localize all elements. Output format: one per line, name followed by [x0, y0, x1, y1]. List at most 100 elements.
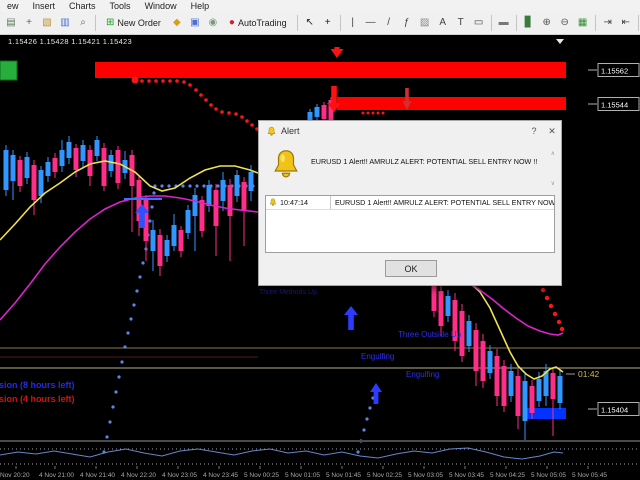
template-icon[interactable]: ▬ [496, 15, 512, 31]
toolbar-separator [594, 14, 596, 31]
candle-body [431, 286, 437, 311]
pattern-annotation: Engulfing [406, 370, 439, 379]
trendline-icon[interactable]: / [381, 15, 397, 31]
alert-dialog-titlebar[interactable]: Alert ? ✕ [259, 121, 561, 141]
horizontal-line-icon[interactable]: — [363, 15, 379, 31]
time-axis-label: 5 Nov 03:45 [449, 472, 484, 479]
toolbar-separator [637, 14, 639, 31]
scroll-down-icon[interactable]: ∨ [551, 181, 555, 187]
expert-advisors-icon[interactable]: ▣ [187, 15, 203, 31]
candle-body [94, 140, 100, 156]
autotrading-button[interactable]: ● AutoTrading [224, 17, 292, 29]
channel-icon[interactable]: ▨ [417, 15, 433, 31]
alert-message-area: EURUSD 1 Alert!! AMRULZ ALERT: POTENTIAL… [259, 143, 561, 193]
chart-move-icon[interactable]: + [21, 15, 37, 31]
alert-row-message: EURUSD 1 Alert!! AMRULZ ALERT: POTENTIAL… [335, 198, 554, 207]
menu-item-view[interactable]: ew [0, 1, 26, 11]
candle-body [17, 160, 23, 186]
alert-list-row[interactable]: 10:47:14 EURUSD 1 Alert!! AMRULZ ALERT: … [266, 196, 554, 210]
sar-dot-blue [148, 219, 152, 223]
up-arrow [370, 383, 382, 392]
sar-dot-blue [129, 317, 133, 321]
auto-scroll-icon[interactable]: ⇤ [618, 15, 634, 31]
chart-search-icon[interactable]: ⌕ [75, 15, 91, 31]
vertical-line-icon[interactable]: | [345, 15, 361, 31]
sar-dot-red [168, 79, 172, 83]
new-chart-icon[interactable]: ▤ [3, 15, 19, 31]
chart-shift-icon[interactable]: ⇥ [600, 15, 616, 31]
help-button[interactable]: ? [525, 126, 543, 136]
indicator-list-icon[interactable]: ▊ [521, 15, 537, 31]
menu-item-tools[interactable]: Tools [103, 1, 138, 11]
label-icon[interactable]: T [453, 15, 469, 31]
candle-body [522, 381, 528, 421]
sar-dot-blue [141, 261, 145, 265]
session-label: ession (8 hours left) [0, 380, 75, 390]
candle-body [45, 162, 51, 176]
zoom-out-icon[interactable]: ⊖ [557, 15, 573, 31]
alert-dialog[interactable]: Alert ? ✕ EURUSD 1 Alert!! AMRULZ ALERT:… [258, 120, 562, 286]
text-icon[interactable]: A [435, 15, 451, 31]
fibonacci-icon[interactable]: ƒ [399, 15, 415, 31]
candle-body [529, 386, 535, 413]
close-button[interactable]: ✕ [543, 126, 561, 137]
crosshair-icon[interactable]: + [320, 15, 336, 31]
sar-dot-red [140, 79, 144, 83]
sar-dot-blue [120, 360, 124, 364]
mt4-window: { "menu": {"items": ["ew", "Insert", "Ch… [0, 0, 640, 480]
bell-icon [271, 147, 301, 188]
zoom-in-icon[interactable]: ⊕ [539, 15, 555, 31]
sar-dot-red [376, 111, 380, 115]
sar-dot-red [366, 111, 370, 115]
open-template-icon[interactable]: ▧ [39, 15, 55, 31]
scroll-up-icon[interactable]: ∧ [551, 151, 555, 157]
sar-dot-blue [356, 450, 360, 454]
time-axis-label: 5 Nov 01:45 [326, 472, 361, 479]
toolbar-separator [95, 14, 96, 31]
signals-icon[interactable]: ◉ [205, 15, 221, 31]
sar-dot-blue [108, 420, 112, 424]
time-axis-label: 5 Nov 00:25 [244, 472, 279, 479]
sar-dot-red [552, 311, 558, 317]
candle-body [185, 210, 191, 233]
alert-time: 10:47:14 [280, 198, 308, 207]
menu-item-window[interactable]: Window [138, 1, 184, 11]
cursor-icon[interactable]: ↖ [302, 15, 318, 31]
toolbar-separator [515, 14, 517, 31]
chart-window-icon[interactable]: ▥ [57, 15, 73, 31]
ok-button[interactable]: OK [385, 260, 437, 277]
new-order-button-label: New Order [117, 17, 161, 28]
up-arrow [344, 306, 358, 315]
candle-body [536, 379, 542, 401]
indicators-icon[interactable]: ◆ [169, 15, 185, 31]
new-order-button[interactable]: ⊞ New Order [101, 17, 166, 29]
sar-dot-red [556, 319, 562, 325]
up-arrow-stem [139, 213, 145, 228]
sar-dot-blue [368, 406, 372, 410]
candle-body [307, 112, 313, 120]
sar-dot-red [371, 111, 375, 115]
menu-item-help[interactable]: Help [184, 1, 217, 11]
menu-item-charts[interactable]: Charts [62, 1, 103, 11]
tile-windows-icon[interactable]: ▦ [575, 15, 591, 31]
sar-dot-blue [126, 331, 130, 335]
candle-body [241, 182, 247, 211]
candle-body [515, 376, 521, 416]
time-axis-label: 4 Nov 21:40 [80, 472, 115, 479]
menu-item-insert[interactable]: Insert [26, 1, 63, 11]
time-axis-label: 5 Nov 01:05 [285, 472, 320, 479]
candle-body [438, 291, 444, 326]
sar-dot-blue [152, 191, 156, 195]
shapes-icon[interactable]: ▭ [471, 15, 487, 31]
alert-list[interactable]: 10:47:14 EURUSD 1 Alert!! AMRULZ ALERT: … [265, 195, 555, 253]
candle-body [550, 373, 556, 399]
time-axis-label: 5 Nov 04:25 [490, 472, 525, 479]
pattern-annotation: Three Outside Up [398, 330, 462, 339]
sar-dot-blue [123, 345, 127, 349]
session-label: ession (4 hours left) [0, 394, 75, 404]
sar-dot-red [182, 80, 186, 84]
sar-dot-blue [135, 289, 139, 293]
candle-body [213, 190, 219, 226]
sar-dot-blue [365, 417, 369, 421]
sar-dot-blue [188, 184, 192, 188]
